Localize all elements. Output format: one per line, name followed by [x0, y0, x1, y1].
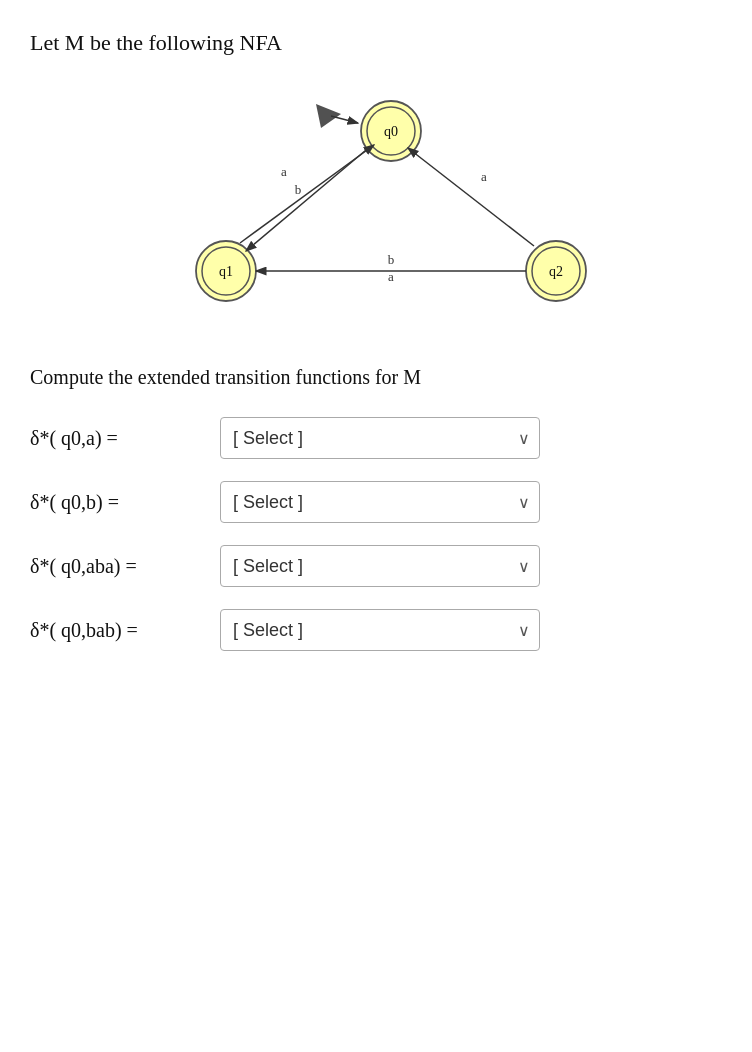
question-row-2: δ*( q0,b) =[ Select ]{q0}{q1}{q2}{q0,q1}… — [30, 481, 722, 523]
select-dropdown-4[interactable]: [ Select ]{q0}{q1}{q2}{q0,q1}{q0,q2}{q1,… — [220, 609, 540, 651]
svg-line-17 — [408, 148, 534, 246]
question-label-1: δ*( q0,a) = — [30, 427, 220, 450]
svg-text:a: a — [388, 269, 394, 284]
svg-line-13 — [246, 150, 366, 251]
svg-text:a: a — [281, 164, 287, 179]
question-row-1: δ*( q0,a) =[ Select ]{q0}{q1}{q2}{q0,q1}… — [30, 417, 722, 459]
question-row-4: δ*( q0,bab) =[ Select ]{q0}{q1}{q2}{q0,q… — [30, 609, 722, 651]
select-dropdown-1[interactable]: [ Select ]{q0}{q1}{q2}{q0,q1}{q0,q2}{q1,… — [220, 417, 540, 459]
select-wrapper-2: [ Select ]{q0}{q1}{q2}{q0,q1}{q0,q2}{q1,… — [220, 481, 540, 523]
svg-text:q2: q2 — [549, 264, 563, 279]
select-wrapper-1: [ Select ]{q0}{q1}{q2}{q0,q1}{q0,q2}{q1,… — [220, 417, 540, 459]
question-label-4: δ*( q0,bab) = — [30, 619, 220, 642]
page-title: Let M be the following NFA — [30, 30, 722, 56]
svg-text:b: b — [295, 182, 302, 197]
svg-marker-12 — [316, 104, 341, 128]
select-dropdown-3[interactable]: [ Select ]{q0}{q1}{q2}{q0,q1}{q0,q2}{q1,… — [220, 545, 540, 587]
question-label-2: δ*( q0,b) = — [30, 491, 220, 514]
nfa-diagram: q0 q1 q2 b a a b a — [30, 76, 722, 336]
question-row-3: δ*( q0,aba) =[ Select ]{q0}{q1}{q2}{q0,q… — [30, 545, 722, 587]
select-wrapper-3: [ Select ]{q0}{q1}{q2}{q0,q1}{q0,q2}{q1,… — [220, 545, 540, 587]
svg-line-15 — [240, 145, 374, 243]
subtitle: Compute the extended transition function… — [30, 366, 722, 389]
svg-text:a: a — [481, 169, 487, 184]
svg-text:q0: q0 — [384, 124, 398, 139]
svg-text:b: b — [388, 252, 395, 267]
question-label-3: δ*( q0,aba) = — [30, 555, 220, 578]
svg-text:q1: q1 — [219, 264, 233, 279]
select-dropdown-2[interactable]: [ Select ]{q0}{q1}{q2}{q0,q1}{q0,q2}{q1,… — [220, 481, 540, 523]
select-wrapper-4: [ Select ]{q0}{q1}{q2}{q0,q1}{q0,q2}{q1,… — [220, 609, 540, 651]
